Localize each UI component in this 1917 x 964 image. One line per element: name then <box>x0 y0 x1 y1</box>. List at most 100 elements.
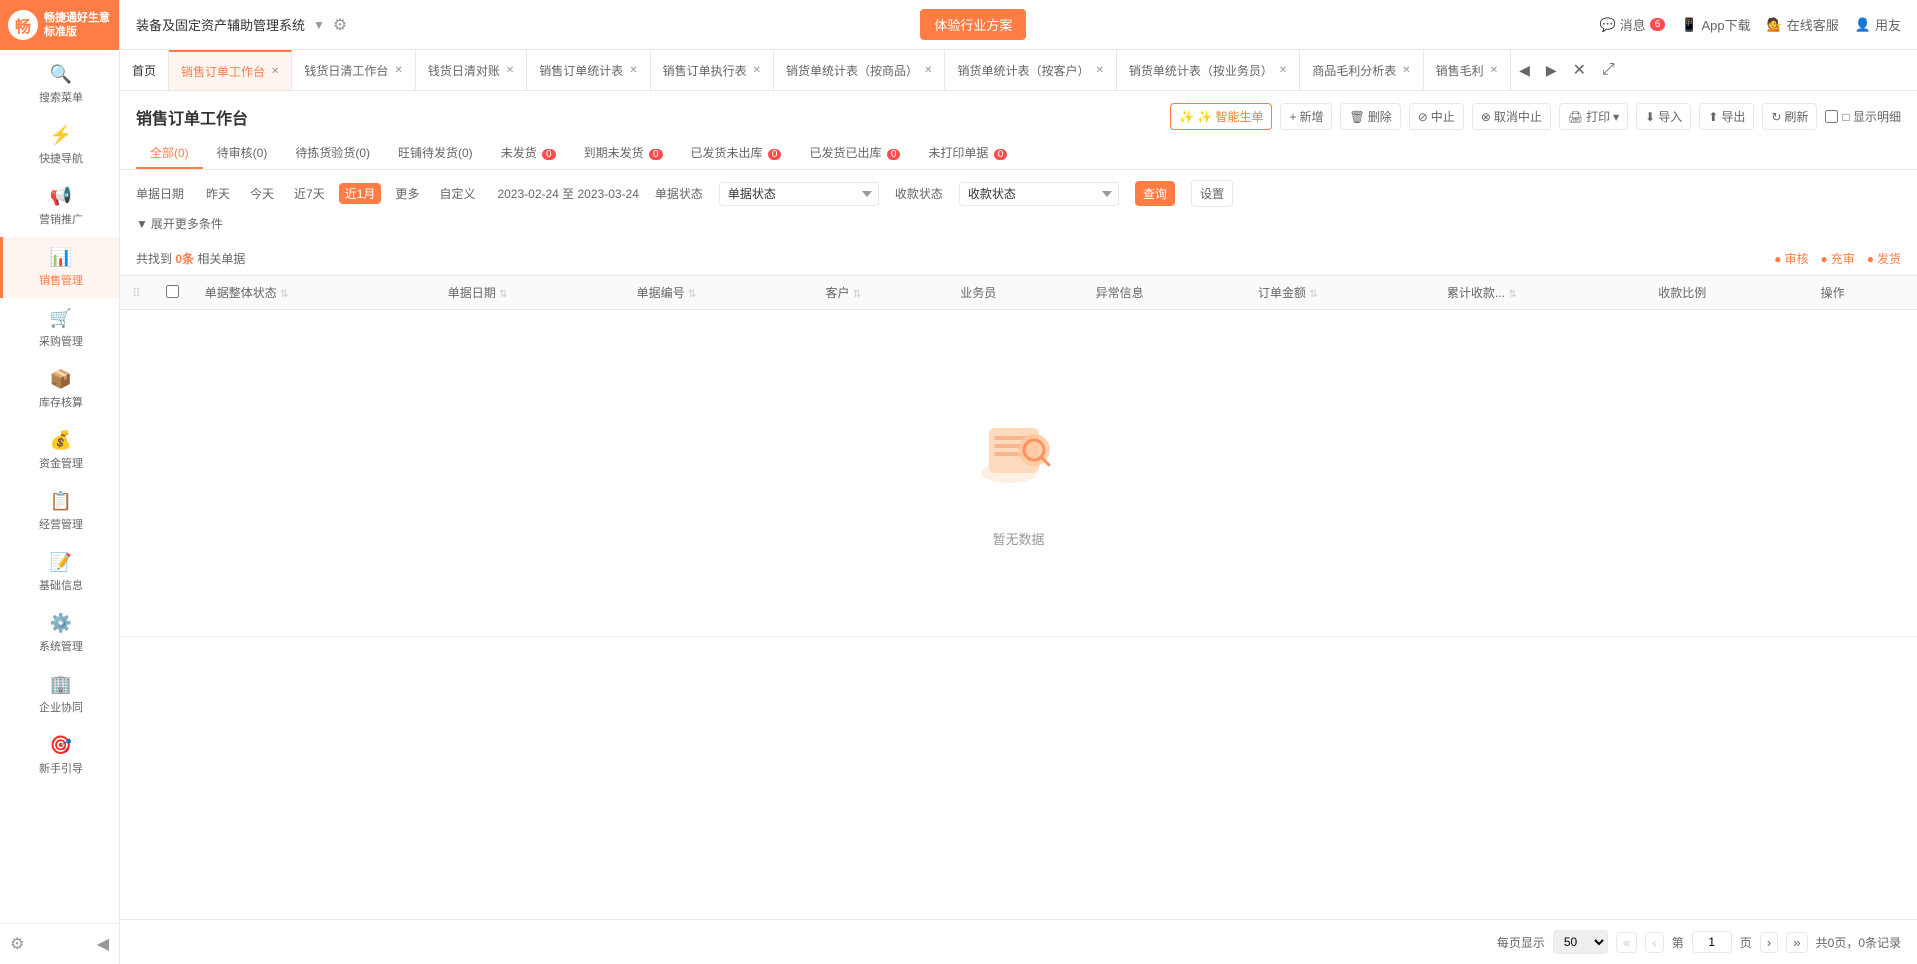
show-detail-input[interactable] <box>1825 110 1838 123</box>
tab-close-cashday[interactable]: ✕ <box>394 65 402 76</box>
sidebar-item-search[interactable]: 🔍 搜索菜单 <box>0 54 119 115</box>
date-opt-more[interactable]: 更多 <box>389 183 425 204</box>
tab-nav-next[interactable]: ▶ <box>1538 50 1565 90</box>
select-all-checkbox[interactable] <box>166 285 179 298</box>
sub-tab-shipped-not-out[interactable]: 已发货未出库 0 <box>677 138 796 169</box>
sidebar-item-finance[interactable]: 💰 资金管理 <box>0 420 119 481</box>
import-button[interactable]: ⬇ 导入 <box>1636 103 1691 130</box>
tab-sales-workbench[interactable]: 销售订单工作台 ✕ <box>169 50 292 90</box>
settings-icon[interactable]: ⚙ <box>10 934 24 954</box>
ship-action[interactable]: ● 发货 <box>1867 250 1901 267</box>
show-detail-checkbox[interactable]: □ 显示明细 <box>1825 108 1901 125</box>
tab-close-sale-stat-staff[interactable]: ✕ <box>1279 65 1287 76</box>
sub-tab-wangpu-ship[interactable]: 旺铺待发货(0) <box>384 138 487 169</box>
tab-close-cashreconcile[interactable]: ✕ <box>506 65 514 76</box>
topbar-message[interactable]: 💬 消息 6 <box>1599 15 1665 34</box>
tab-sales-profit[interactable]: 销售毛利 ✕ <box>1424 50 1511 90</box>
tab-expand-button[interactable]: ⤢ <box>1594 50 1623 90</box>
query-button[interactable]: 查询 <box>1135 181 1175 206</box>
tab-close-margin-analysis[interactable]: ✕ <box>1402 65 1410 76</box>
setting-button[interactable]: 设置 <box>1191 180 1233 207</box>
date-opt-7days[interactable]: 近7天 <box>288 183 331 204</box>
tab-order-exec[interactable]: 销售订单执行表 ✕ <box>651 50 774 90</box>
tab-close-all-button[interactable]: ✕ <box>1565 50 1594 90</box>
sidebar-item-operation[interactable]: 📋 经营管理 <box>0 481 119 542</box>
tab-close-sales-profit[interactable]: ✕ <box>1490 65 1498 76</box>
collected-sort-icon[interactable]: ⇅ <box>1508 289 1516 300</box>
date-opt-yesterday[interactable]: 昨天 <box>200 183 236 204</box>
topbar-user[interactable]: 👤 用友 <box>1855 15 1901 34</box>
sub-tab-pending-review[interactable]: 待审核(0) <box>203 138 282 169</box>
topbar-left: 装备及固定资产辅助管理系统 ▼ ⚙ <box>136 15 347 35</box>
tab-close-order-stat[interactable]: ✕ <box>629 65 637 76</box>
number-sort-icon[interactable]: ⇅ <box>688 289 696 300</box>
sub-tab-all[interactable]: 全部(0) <box>136 138 203 169</box>
date-opt-custom[interactable]: 自定义 <box>433 183 481 204</box>
tab-sale-stat-staff[interactable]: 销货单统计表（按业务员） ✕ <box>1117 50 1300 90</box>
sidebar-item-purchase[interactable]: 🛒 采购管理 <box>0 298 119 359</box>
topbar-gear-icon[interactable]: ⚙ <box>333 15 347 35</box>
tab-sale-stat-cust[interactable]: 销货单统计表（按客户） ✕ <box>945 50 1116 90</box>
pagination-prev-button[interactable]: ‹ <box>1645 932 1663 953</box>
tab-close-order-exec[interactable]: ✕ <box>753 65 761 76</box>
sub-tab-not-shipped[interactable]: 未发货 0 <box>487 138 570 169</box>
sub-tab-pending-inspect[interactable]: 待拣货验货(0) <box>281 138 384 169</box>
tab-close-sales-workbench[interactable]: ✕ <box>271 66 279 77</box>
date-opt-1month[interactable]: 近1月 <box>339 183 382 204</box>
tab-sale-stat-prod[interactable]: 销货单统计表（按商品） ✕ <box>774 50 945 90</box>
topbar-service[interactable]: 💁 在线客服 <box>1767 15 1839 34</box>
sidebar-item-sales[interactable]: 📊 销售管理 <box>0 237 119 298</box>
sidebar-item-quicknav[interactable]: ⚡ 快捷导航 <box>0 115 119 176</box>
stop-button[interactable]: ⊘ 中止 <box>1409 103 1464 130</box>
sidebar-item-system[interactable]: ⚙️ 系统管理 <box>0 603 119 664</box>
cancel-stop-button[interactable]: ⊗ 取消中止 <box>1472 103 1551 130</box>
customer-sort-icon[interactable]: ⇅ <box>853 289 861 300</box>
topbar-app-download[interactable]: 📱 App下载 <box>1681 15 1750 34</box>
date-opt-today[interactable]: 今天 <box>244 183 280 204</box>
tab-home[interactable]: 首页 <box>120 50 169 90</box>
purchase-icon: 🛒 <box>50 308 72 329</box>
sidebar-item-inventory[interactable]: 📦 库存核算 <box>0 359 119 420</box>
smart-generate-button[interactable]: ✨ ✨ 智能生单 <box>1170 103 1272 130</box>
status-sort-icon[interactable]: ⇅ <box>280 289 288 300</box>
delete-button[interactable]: 🗑 删除 <box>1340 103 1400 130</box>
message-icon: 💬 <box>1599 17 1615 33</box>
tab-cashday[interactable]: 钱货日清工作台 ✕ <box>292 50 415 90</box>
review-action[interactable]: ● 审核 <box>1774 250 1808 267</box>
sidebar-item-guide[interactable]: 🎯 新手引导 <box>0 725 119 786</box>
add-icon: + <box>1289 110 1296 124</box>
payment-select[interactable]: 收款状态 <box>959 182 1119 206</box>
add-button[interactable]: + 新增 <box>1280 103 1332 130</box>
refresh-button[interactable]: ↻ 刷新 <box>1762 103 1817 130</box>
current-page-input[interactable] <box>1692 931 1732 953</box>
date-sort-icon[interactable]: ⇅ <box>499 289 507 300</box>
topbar-dropdown-icon[interactable]: ▼ <box>313 18 325 32</box>
per-page-select[interactable]: 10 20 50 100 <box>1553 930 1608 954</box>
pagination-first-button[interactable]: « <box>1616 932 1637 953</box>
collapse-icon[interactable]: ◀ <box>97 934 109 954</box>
sidebar-logo: 畅 畅捷通好生意 标准版 <box>0 0 119 50</box>
topbar-cta-button[interactable]: 体验行业方案 <box>920 9 1026 40</box>
pagination-next-button[interactable]: › <box>1760 932 1778 953</box>
expand-filter-button[interactable]: ▼ 展开更多条件 <box>136 215 223 232</box>
tab-nav-prev[interactable]: ◀ <box>1511 50 1538 90</box>
sub-tab-not-printed[interactable]: 未打印单据 0 <box>914 138 1021 169</box>
check-col-header[interactable] <box>153 276 193 310</box>
sub-tab-expire-not-ship[interactable]: 到期未发货 0 <box>570 138 677 169</box>
sidebar-item-corp[interactable]: 🏢 企业协同 <box>0 664 119 725</box>
status-select[interactable]: 单据状态 <box>719 182 879 206</box>
pagination-last-button[interactable]: » <box>1786 932 1807 953</box>
tab-close-sale-stat-cust[interactable]: ✕ <box>1095 65 1103 76</box>
sidebar-item-marketing[interactable]: 📢 营销推广 <box>0 176 119 237</box>
sub-tab-shipped-out[interactable]: 已发货已出库 0 <box>795 138 914 169</box>
sidebar-item-basic[interactable]: 📝 基础信息 <box>0 542 119 603</box>
tab-close-sale-stat-prod[interactable]: ✕ <box>924 65 932 76</box>
amount-sort-icon[interactable]: ⇅ <box>1309 289 1317 300</box>
unreviewed-action[interactable]: ● 充审 <box>1820 250 1854 267</box>
tab-margin-analysis[interactable]: 商品毛利分析表 ✕ <box>1300 50 1423 90</box>
sidebar-item-label: 库存核算 <box>39 394 83 410</box>
tab-cashreconcile[interactable]: 钱货日清对账 ✕ <box>416 50 527 90</box>
print-button[interactable]: 🖨 打印 ▾ <box>1559 103 1628 130</box>
tab-order-stat[interactable]: 销售订单统计表 ✕ <box>527 50 650 90</box>
export-button[interactable]: ⬆ 导出 <box>1699 103 1754 130</box>
